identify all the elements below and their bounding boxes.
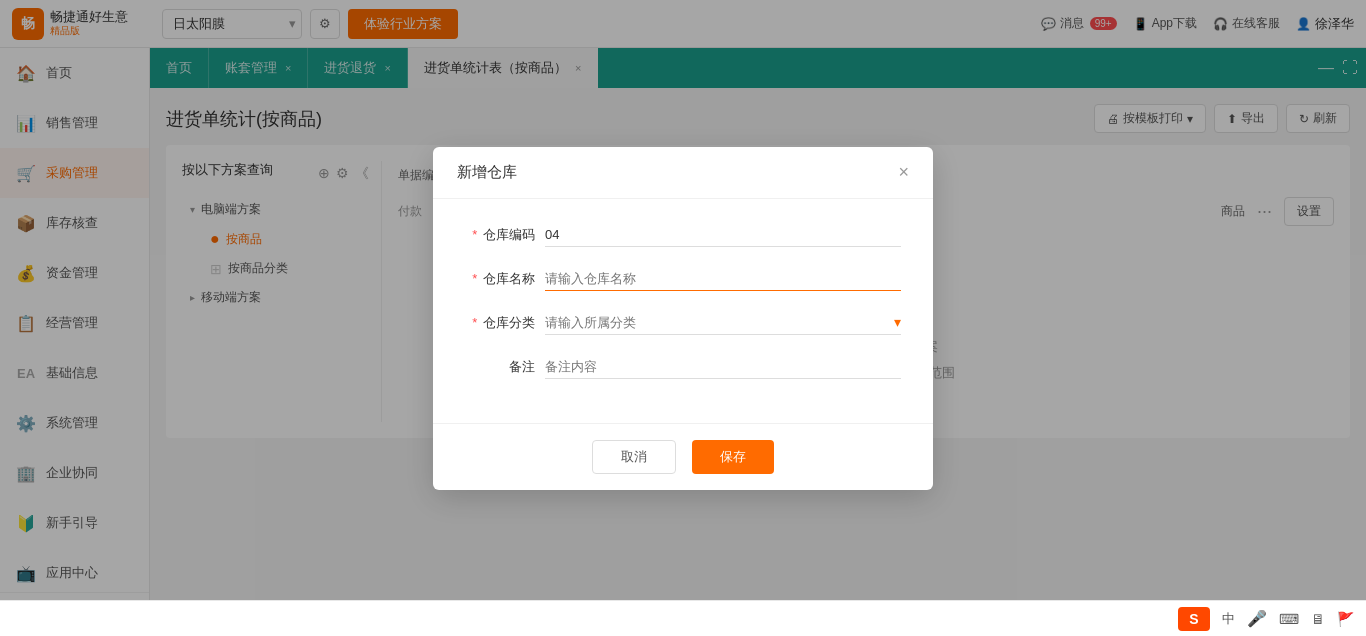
save-button[interactable]: 保存 — [692, 440, 774, 474]
code-label: * 仓库编码 — [465, 226, 545, 244]
name-label: * 仓库名称 — [465, 270, 545, 288]
chinese-text-icon[interactable]: 中 — [1222, 610, 1235, 628]
name-required-star: * — [472, 271, 477, 286]
new-warehouse-modal: 新增仓库 × * 仓库编码 * 仓库名称 — [433, 147, 933, 490]
code-required-star: * — [472, 227, 477, 242]
warehouse-name-input[interactable] — [545, 267, 901, 291]
modal-footer: 取消 保存 — [433, 423, 933, 490]
category-dropdown-arrow[interactable]: ▾ — [894, 314, 901, 330]
modal-header: 新增仓库 × — [433, 147, 933, 199]
modal-body: * 仓库编码 * 仓库名称 * 仓库分类 — [433, 199, 933, 423]
warehouse-code-input[interactable] — [545, 223, 901, 247]
form-row-note: 备注 — [465, 355, 901, 379]
category-required-star: * — [472, 315, 477, 330]
monitor-icon[interactable]: 🖥 — [1311, 611, 1325, 627]
modal-close-button[interactable]: × — [898, 163, 909, 181]
s-logo: S — [1178, 607, 1210, 631]
form-row-category: * 仓库分类 ▾ — [465, 311, 901, 335]
category-select-wrap[interactable]: ▾ — [545, 311, 901, 335]
modal-title: 新增仓库 — [457, 163, 517, 182]
cancel-button[interactable]: 取消 — [592, 440, 676, 474]
category-label: * 仓库分类 — [465, 314, 545, 332]
flag-icon[interactable]: 🚩 — [1337, 611, 1354, 627]
modal-overlay[interactable]: 新增仓库 × * 仓库编码 * 仓库名称 — [0, 0, 1366, 636]
keyboard-icon[interactable]: ⌨ — [1279, 611, 1299, 627]
warehouse-note-input[interactable] — [545, 355, 901, 379]
status-bar: S 中 🎤 ⌨ 🖥 🚩 — [0, 600, 1366, 636]
form-row-name: * 仓库名称 — [465, 267, 901, 291]
mic-icon[interactable]: 🎤 — [1247, 609, 1267, 628]
note-label: 备注 — [465, 358, 545, 376]
form-row-code: * 仓库编码 — [465, 223, 901, 247]
category-select-input[interactable] — [545, 311, 894, 334]
